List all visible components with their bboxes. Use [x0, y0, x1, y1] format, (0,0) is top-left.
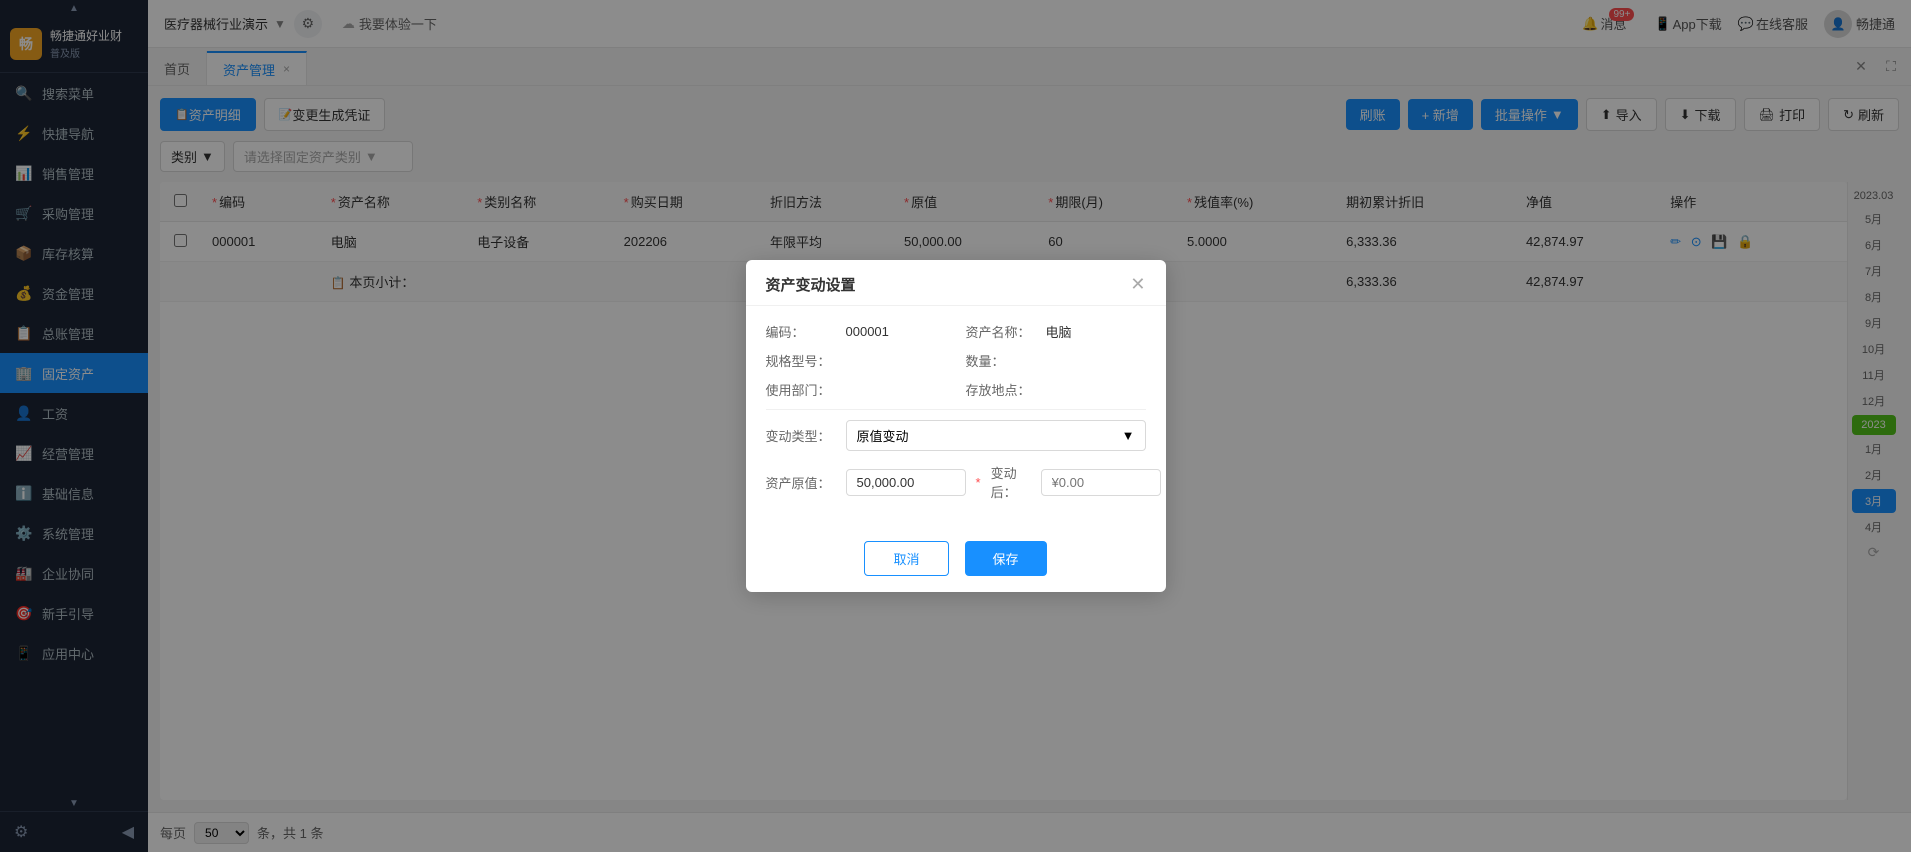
modal-title: 资产变动设置 — [766, 274, 856, 295]
modal-close-btn[interactable]: ✕ — [1130, 274, 1145, 295]
modal-body: 编码： 000001 资产名称： 电脑 规格型号： 数量： 使用部门： 存放地点… — [746, 306, 1166, 529]
modal-quantity-label: 数量： — [966, 351, 1046, 370]
modal-change-type-row: 变动类型： 原值变动 ▼ — [766, 420, 1146, 451]
required-star-after: * — [976, 475, 981, 490]
modal-asset-name-label: 资产名称： — [966, 322, 1046, 341]
cancel-button[interactable]: 取消 — [864, 541, 948, 576]
modal-divider — [766, 409, 1146, 410]
modal-original-value-input[interactable] — [846, 469, 966, 496]
modal-footer: 取消 保存 — [746, 529, 1166, 592]
modal-after-change-input[interactable] — [1041, 469, 1161, 496]
modal-dept-label: 使用部门： — [766, 380, 846, 399]
modal-code-value: 000001 — [846, 324, 946, 339]
save-button[interactable]: 保存 — [965, 541, 1047, 576]
modal-header: 资产变动设置 ✕ — [746, 260, 1166, 306]
modal-original-value-label: 资产原值： — [766, 473, 846, 492]
modal-change-type-select[interactable]: 原值变动 ▼ — [846, 420, 1146, 451]
modal-change-type-label: 变动类型： — [766, 426, 846, 445]
modal-code-label: 编码： — [766, 322, 846, 341]
modal-asset-name-value: 电脑 — [1046, 322, 1146, 341]
change-type-dropdown-icon: ▼ — [1122, 428, 1135, 443]
change-type-value: 原值变动 — [857, 426, 909, 445]
modal-value-row: 资产原值： * 变动后： — [766, 463, 1146, 501]
modal-spec-label: 规格型号： — [766, 351, 846, 370]
modal-after-change-label: 变动后： — [991, 463, 1041, 501]
modal-overlay[interactable]: 资产变动设置 ✕ 编码： 000001 资产名称： 电脑 规格型号： 数量： 使… — [0, 0, 1911, 852]
asset-change-modal: 资产变动设置 ✕ 编码： 000001 资产名称： 电脑 规格型号： 数量： 使… — [746, 260, 1166, 592]
modal-storage-label: 存放地点： — [966, 380, 1046, 399]
modal-row-1: 编码： 000001 资产名称： 电脑 — [766, 322, 1146, 341]
modal-row-2: 规格型号： 数量： — [766, 351, 1146, 370]
modal-row-3: 使用部门： 存放地点： — [766, 380, 1146, 399]
